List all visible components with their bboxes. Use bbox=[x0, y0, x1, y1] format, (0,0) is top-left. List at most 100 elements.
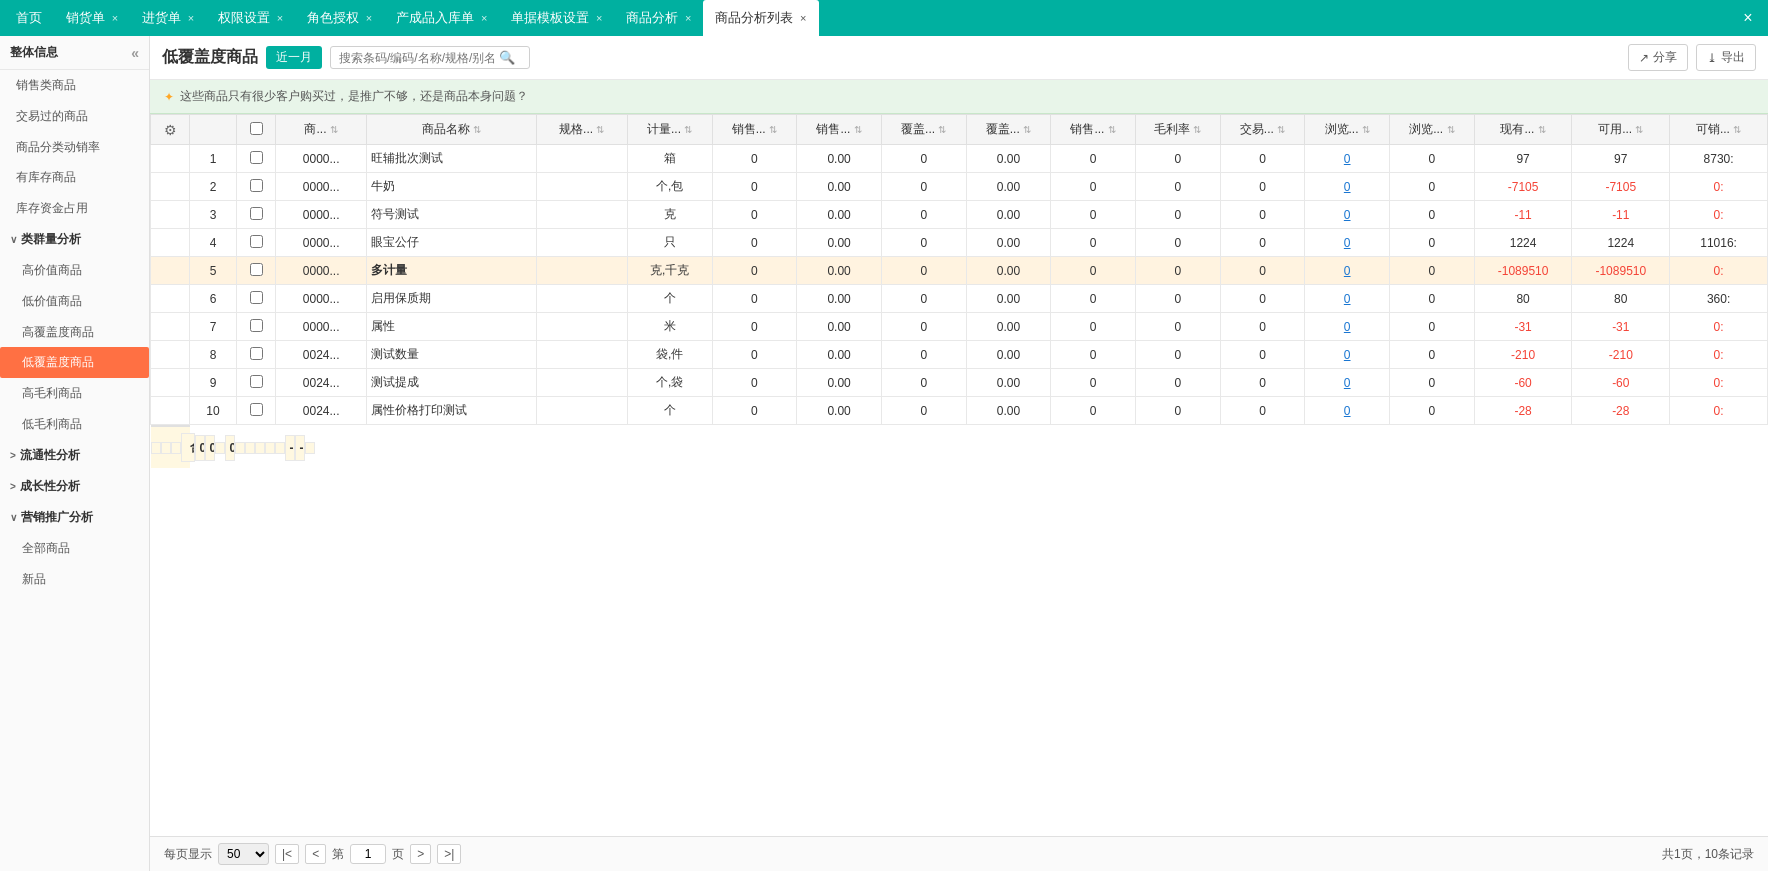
sidebar-item-with-stock[interactable]: 有库存商品 bbox=[0, 162, 149, 193]
sidebar-item-low-coverage[interactable]: 低覆盖度商品 bbox=[0, 347, 149, 378]
tab-analysis[interactable]: 商品分析 × bbox=[614, 0, 703, 36]
sidebar-item-low-value[interactable]: 低价值商品 bbox=[0, 286, 149, 317]
total-sellable bbox=[305, 442, 315, 454]
col-name[interactable]: 商品名称 ⇅ bbox=[367, 115, 536, 145]
table-cell bbox=[236, 285, 275, 313]
col-current[interactable]: 现有... ⇅ bbox=[1474, 115, 1572, 145]
table-cell: 0: bbox=[1670, 369, 1768, 397]
col-sales3[interactable]: 销售... ⇅ bbox=[1051, 115, 1136, 145]
row-checkbox[interactable] bbox=[250, 151, 263, 164]
table-cell bbox=[236, 313, 275, 341]
table-cell: 1224 bbox=[1474, 229, 1572, 257]
prev-page-button[interactable]: < bbox=[305, 844, 326, 864]
table-row: 50000...多计量克,千克00.0000.0000000-1089510-1… bbox=[151, 257, 1768, 285]
col-gross[interactable]: 毛利率 ⇅ bbox=[1135, 115, 1220, 145]
table-cell: 0 bbox=[1051, 369, 1136, 397]
sidebar-section-liquidity-label: 流通性分析 bbox=[20, 447, 80, 464]
close-icon[interactable]: × bbox=[277, 12, 283, 24]
close-icon[interactable]: × bbox=[112, 12, 118, 24]
close-icon[interactable]: × bbox=[188, 12, 194, 24]
col-cover1[interactable]: 覆盖... ⇅ bbox=[881, 115, 966, 145]
tab-sales[interactable]: 销货单 × bbox=[54, 0, 130, 36]
table-cell: 0000... bbox=[276, 229, 367, 257]
table-row: 100024...属性价格打印测试个00.0000.0000000-28-280… bbox=[151, 397, 1768, 425]
table-cell: 0 bbox=[1390, 229, 1475, 257]
page-input[interactable] bbox=[350, 844, 386, 864]
sidebar-item-category-rate[interactable]: 商品分类动销率 bbox=[0, 132, 149, 163]
first-page-button[interactable]: |< bbox=[275, 844, 299, 864]
tab-analysis-list[interactable]: 商品分析列表 × bbox=[703, 0, 818, 36]
col-sellable[interactable]: 可销... ⇅ bbox=[1670, 115, 1768, 145]
row-checkbox[interactable] bbox=[250, 207, 263, 220]
row-checkbox[interactable] bbox=[250, 263, 263, 276]
col-avail[interactable]: 可用... ⇅ bbox=[1572, 115, 1670, 145]
search-input[interactable] bbox=[339, 51, 499, 65]
table-cell bbox=[236, 257, 275, 285]
table-cell: 3 bbox=[190, 201, 237, 229]
sidebar-section-marketing[interactable]: ∨ 营销推广分析 bbox=[0, 502, 149, 533]
close-icon[interactable]: × bbox=[366, 12, 372, 24]
row-checkbox[interactable] bbox=[250, 319, 263, 332]
table-cell: 0 bbox=[712, 313, 797, 341]
col-settings[interactable]: ⚙ bbox=[151, 115, 190, 145]
tab-home[interactable]: 首页 bbox=[4, 0, 54, 36]
sidebar-item-all-goods[interactable]: 全部商品 bbox=[0, 533, 149, 564]
table-cell: 0 bbox=[1220, 285, 1305, 313]
sidebar-item-new-goods[interactable]: 新品 bbox=[0, 564, 149, 595]
table-cell: 0 bbox=[712, 369, 797, 397]
col-browse2[interactable]: 浏览... ⇅ bbox=[1390, 115, 1475, 145]
main-layout: 整体信息 « 销售类商品 交易过的商品 商品分类动销率 有库存商品 库存资金占用… bbox=[0, 36, 1768, 871]
tab-template[interactable]: 单据模板设置 × bbox=[499, 0, 614, 36]
tab-roles[interactable]: 角色授权 × bbox=[295, 0, 384, 36]
sidebar-section-growth[interactable]: > 成长性分析 bbox=[0, 471, 149, 502]
col-code[interactable]: 商... ⇅ bbox=[276, 115, 367, 145]
sidebar-section-cluster[interactable]: ∨ 类群量分析 bbox=[0, 224, 149, 255]
sidebar-item-traded-goods[interactable]: 交易过的商品 bbox=[0, 101, 149, 132]
table-cell: -31 bbox=[1474, 313, 1572, 341]
row-checkbox[interactable] bbox=[250, 179, 263, 192]
sidebar-collapse-button[interactable]: « bbox=[131, 45, 139, 61]
tab-production[interactable]: 产成品入库单 × bbox=[384, 0, 499, 36]
col-cover2[interactable]: 覆盖... ⇅ bbox=[966, 115, 1051, 145]
close-icon[interactable]: × bbox=[800, 12, 806, 24]
share-button[interactable]: ↗ 分享 bbox=[1628, 44, 1688, 71]
col-trade[interactable]: 交易... ⇅ bbox=[1220, 115, 1305, 145]
table-cell: 只 bbox=[627, 229, 712, 257]
sidebar-section-liquidity[interactable]: > 流通性分析 bbox=[0, 440, 149, 471]
col-sales-qty[interactable]: 销售... ⇅ bbox=[712, 115, 797, 145]
page-unit-label: 页 bbox=[392, 846, 404, 863]
tab-permissions[interactable]: 权限设置 × bbox=[206, 0, 295, 36]
col-browse1[interactable]: 浏览... ⇅ bbox=[1305, 115, 1390, 145]
col-cb[interactable] bbox=[236, 115, 275, 145]
tab-purchase[interactable]: 进货单 × bbox=[130, 0, 206, 36]
row-checkbox[interactable] bbox=[250, 347, 263, 360]
row-checkbox[interactable] bbox=[250, 291, 263, 304]
sidebar-item-sales-goods[interactable]: 销售类商品 bbox=[0, 70, 149, 101]
sidebar-item-stock-capital[interactable]: 库存资金占用 bbox=[0, 193, 149, 224]
sidebar-item-low-margin[interactable]: 低毛利商品 bbox=[0, 409, 149, 440]
last-page-button[interactable]: >| bbox=[437, 844, 461, 864]
col-spec[interactable]: 规格... ⇅ bbox=[536, 115, 627, 145]
next-page-button[interactable]: > bbox=[410, 844, 431, 864]
search-icon[interactable]: 🔍 bbox=[499, 50, 515, 65]
col-sales-amt[interactable]: 销售... ⇅ bbox=[797, 115, 882, 145]
col-unit[interactable]: 计量... ⇅ bbox=[627, 115, 712, 145]
time-filter-button[interactable]: 近一月 bbox=[266, 46, 322, 69]
export-button[interactable]: ⤓ 导出 bbox=[1696, 44, 1756, 71]
share-label: 分享 bbox=[1653, 49, 1677, 66]
select-all-checkbox[interactable] bbox=[250, 122, 263, 135]
sidebar-item-high-value[interactable]: 高价值商品 bbox=[0, 255, 149, 286]
settings-icon[interactable]: ⚙ bbox=[164, 122, 177, 138]
close-icon[interactable]: × bbox=[685, 12, 691, 24]
window-close-button[interactable]: × bbox=[1732, 0, 1764, 36]
per-page-select[interactable]: 50 10 20 100 bbox=[218, 843, 269, 865]
sidebar-item-high-margin[interactable]: 高毛利商品 bbox=[0, 378, 149, 409]
row-checkbox[interactable] bbox=[250, 403, 263, 416]
sidebar-item-high-coverage[interactable]: 高覆盖度商品 bbox=[0, 317, 149, 348]
close-icon[interactable]: × bbox=[596, 12, 602, 24]
row-checkbox[interactable] bbox=[250, 235, 263, 248]
export-label: 导出 bbox=[1721, 49, 1745, 66]
info-icon: ✦ bbox=[164, 90, 174, 104]
row-checkbox[interactable] bbox=[250, 375, 263, 388]
close-icon[interactable]: × bbox=[481, 12, 487, 24]
